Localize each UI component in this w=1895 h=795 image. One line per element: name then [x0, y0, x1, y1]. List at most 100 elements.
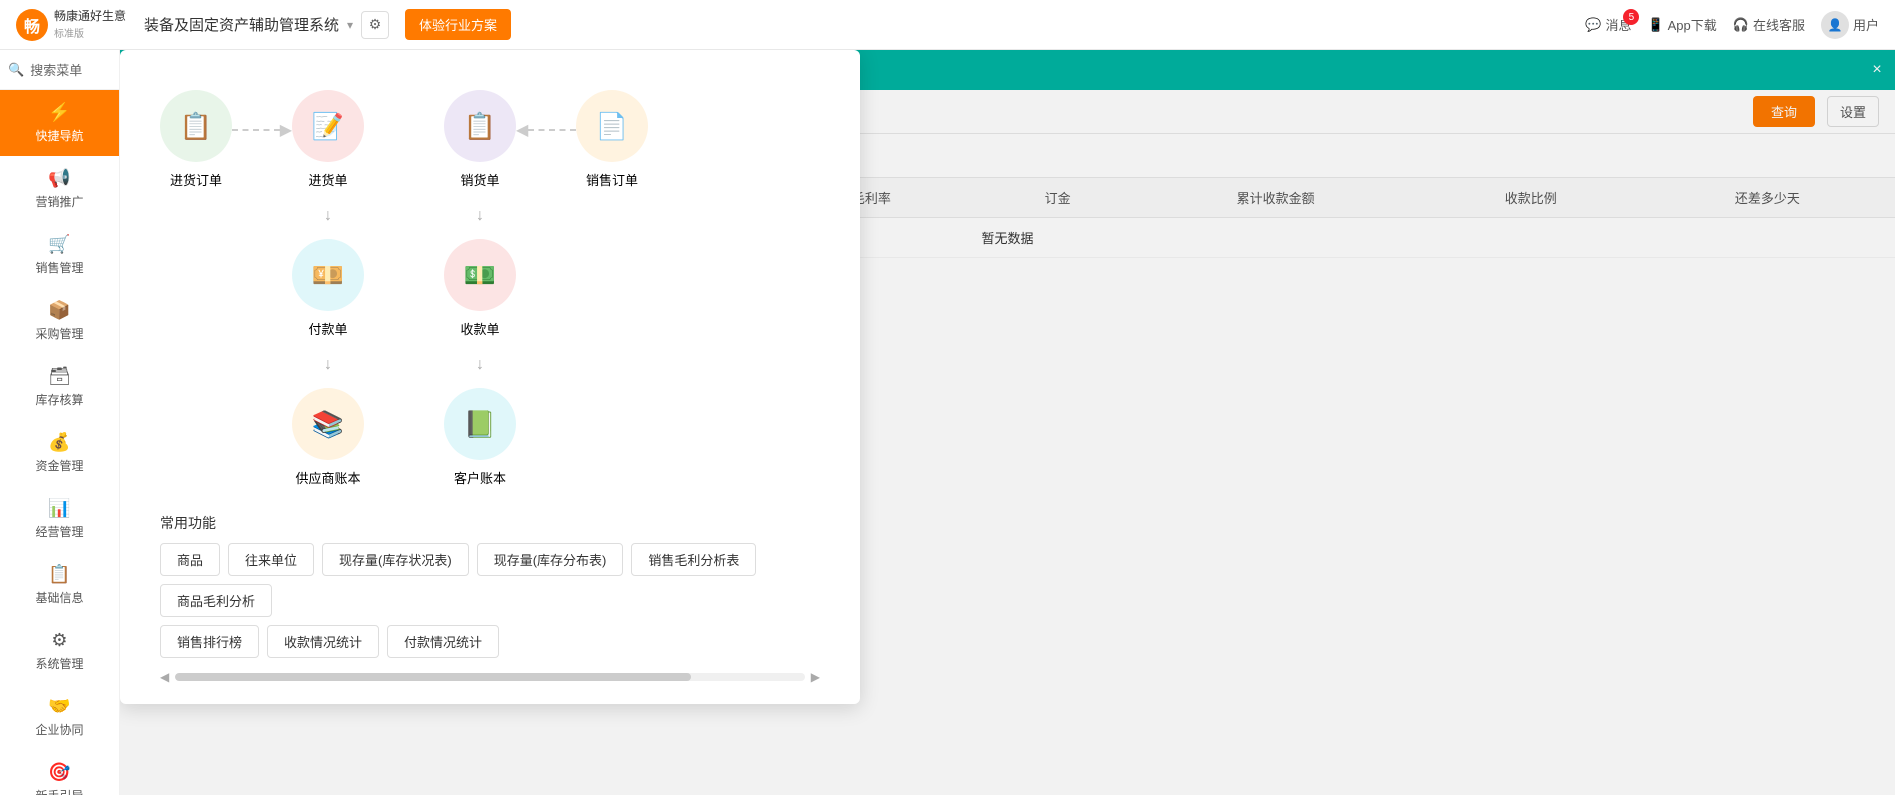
sidebar-item-sales[interactable]: 🛒 销售管理 — [0, 222, 119, 288]
system-icon: ⚙ — [51, 630, 67, 651]
search-menu-label: 搜索菜单 — [30, 60, 82, 79]
flow-label-purchase-bill: 进货单 — [308, 170, 347, 189]
sidebar-item-label: 企业协同 — [35, 721, 83, 738]
headset-icon: 🎧 — [1733, 17, 1749, 33]
flow-label-purchase-order: 进货订单 — [170, 170, 222, 189]
search-menu[interactable]: 🔍 搜索菜单 — [0, 50, 119, 90]
sidebar-item-enterprise[interactable]: 🤝 企业协同 — [0, 684, 119, 750]
logo-sub: 标准版 — [54, 25, 126, 40]
flow-node-supplier-ledger[interactable]: 📚 供应商账本 — [292, 378, 364, 497]
search-icon: 🔍 — [8, 62, 24, 78]
flow-node-purchase-order[interactable]: 📋 进货订单 — [160, 80, 232, 199]
sidebar-item-system[interactable]: ⚙ 系统管理 — [0, 618, 119, 684]
sidebar-item-label: 经营管理 — [35, 523, 83, 540]
sidebar-item-inventory[interactable]: 🗃 库存核算 — [0, 354, 119, 420]
app-download-item[interactable]: 📱 App下载 — [1647, 15, 1716, 34]
common-btn-payment-stats[interactable]: 付款情况统计 — [387, 625, 499, 658]
common-btn-stock-dist[interactable]: 现存量(库存分布表) — [477, 543, 624, 576]
sidebar-item-label: 采购管理 — [35, 325, 83, 342]
sales-icon: 🛒 — [48, 234, 70, 255]
scroll-left-arrow[interactable]: ◀ — [160, 670, 169, 684]
header-right: 💬 消息 5 📱 App下载 🎧 在线客服 👤 用户 — [1585, 11, 1879, 39]
common-btn-product[interactable]: 商品 — [160, 543, 220, 576]
flow-node-sales-order[interactable]: 📄 销售订单 — [576, 80, 648, 199]
flow-node-payment[interactable]: 💴 付款单 — [292, 229, 364, 348]
flow-label-sales-order: 销售订单 — [586, 170, 638, 189]
sidebar-item-operations[interactable]: 📊 经营管理 — [0, 486, 119, 552]
sidebar: 🔍 搜索菜单 ⚡ 快捷导航 📢 营销推广 🛒 销售管理 📦 采购管理 🗃 库存核… — [0, 50, 120, 795]
sidebar-item-label: 新手引导 — [35, 787, 83, 795]
flow-label-sales-bill: 销货单 — [460, 170, 499, 189]
flow-label-supplier-ledger: 供应商账本 — [295, 468, 360, 487]
sidebar-item-basic[interactable]: 📋 基础信息 — [0, 552, 119, 618]
flow-node-receipt[interactable]: 💵 收款单 — [444, 229, 516, 348]
online-service-item[interactable]: 🎧 在线客服 — [1733, 15, 1805, 34]
flow-circle-customer-ledger: 📗 — [444, 388, 516, 460]
flow-circle-payment: 💴 — [292, 239, 364, 311]
message-icon: 💬 — [1585, 17, 1601, 33]
sidebar-item-label: 基础信息 — [35, 589, 83, 606]
common-buttons-row-2: 销售排行榜 收款情况统计 付款情况统计 — [160, 625, 820, 658]
common-btn-sales-rank[interactable]: 销售排行榜 — [160, 625, 259, 658]
finance-icon: 💰 — [48, 432, 70, 453]
flow-node-sales-bill[interactable]: 📋 销货单 — [444, 80, 516, 199]
user-item[interactable]: 👤 用户 — [1821, 11, 1879, 39]
sidebar-item-guide[interactable]: 🎯 新手引导 — [0, 750, 119, 795]
common-btn-receipt-stats[interactable]: 收款情况统计 — [267, 625, 379, 658]
common-btn-product-margin[interactable]: 商品毛利分析 — [160, 584, 272, 617]
sidebar-item-purchase[interactable]: 📦 采购管理 — [0, 288, 119, 354]
logo-icon: 畅 — [16, 9, 48, 41]
flow-circle-sales-bill: 📋 — [444, 90, 516, 162]
system-title-text: 装备及固定资产辅助管理系统 — [144, 14, 339, 35]
sidebar-item-label: 资金管理 — [35, 457, 83, 474]
common-btn-sales-margin[interactable]: 销售毛利分析表 — [631, 543, 756, 576]
gear-button[interactable]: ⚙ — [361, 11, 389, 39]
sidebar-item-quick-nav[interactable]: ⚡ 快捷导航 — [0, 90, 119, 156]
experience-button[interactable]: 体验行业方案 — [405, 9, 511, 40]
popup-scroll-area: ◀ ▶ — [160, 670, 820, 684]
scrollbar-track[interactable] — [175, 673, 805, 681]
flow-circle-sales-order: 📄 — [576, 90, 648, 162]
common-btn-partner[interactable]: 往来单位 — [228, 543, 314, 576]
sidebar-item-label: 快捷导航 — [35, 127, 83, 144]
flow-label-payment: 付款单 — [308, 319, 347, 338]
scroll-right-arrow[interactable]: ▶ — [811, 670, 820, 684]
scrollbar-thumb — [175, 673, 691, 681]
sidebar-item-label: 系统管理 — [35, 655, 83, 672]
flow-circle-purchase-bill: 📝 — [292, 90, 364, 162]
system-title-area: 装备及固定资产辅助管理系统 ▾ ⚙ 体验行业方案 — [136, 9, 1585, 40]
basic-icon: 📋 — [48, 564, 70, 585]
sidebar-item-label: 销售管理 — [35, 259, 83, 276]
sidebar-item-finance[interactable]: 💰 资金管理 — [0, 420, 119, 486]
flow-circle-purchase-order: 📋 — [160, 90, 232, 162]
sidebar-item-marketing[interactable]: 📢 营销推广 — [0, 156, 119, 222]
common-btn-stock-status[interactable]: 现存量(库存状况表) — [322, 543, 469, 576]
inventory-icon: 🗃 — [48, 366, 71, 387]
download-icon: 📱 — [1647, 17, 1663, 33]
flow-popup: 📋 进货订单 ▶ 📝 进货单 — [120, 50, 860, 704]
common-title: 常用功能 — [160, 513, 820, 533]
message-badge: 5 — [1623, 9, 1639, 25]
flow-label-customer-ledger: 客户账本 — [454, 468, 506, 487]
popup-overlay: 📋 进货订单 ▶ 📝 进货单 — [120, 50, 1895, 795]
content-area: 首页 销售订单执行表 × × ❓ 帮助 🖨 按模板打印 ▾ 📤 导出 — [120, 50, 1895, 795]
message-item[interactable]: 💬 消息 5 — [1585, 15, 1631, 34]
chevron-down-icon[interactable]: ▾ — [347, 18, 353, 32]
sidebar-item-label: 库存核算 — [35, 391, 83, 408]
guide-icon: 🎯 — [48, 762, 70, 783]
top-header: 畅 畅康通好生意 标准版 装备及固定资产辅助管理系统 ▾ ⚙ 体验行业方案 💬 … — [0, 0, 1895, 50]
marketing-icon: 📢 — [48, 168, 70, 189]
logo-text: 畅康通好生意 — [54, 9, 126, 25]
enterprise-icon: 🤝 — [48, 696, 70, 717]
logo-area: 畅 畅康通好生意 标准版 — [16, 9, 136, 41]
flow-circle-receipt: 💵 — [444, 239, 516, 311]
avatar: 👤 — [1821, 11, 1849, 39]
purchase-icon: 📦 — [48, 300, 70, 321]
operations-icon: 📊 — [48, 498, 70, 519]
quick-nav-icon: ⚡ — [48, 102, 70, 123]
flow-node-purchase-bill[interactable]: 📝 进货单 — [292, 80, 364, 199]
common-buttons-row-1: 商品 往来单位 现存量(库存状况表) 现存量(库存分布表) 销售毛利分析表 商品… — [160, 543, 820, 617]
common-section: 常用功能 商品 往来单位 现存量(库存状况表) 现存量(库存分布表) 销售毛利分… — [160, 513, 820, 658]
flow-label-receipt: 收款单 — [460, 319, 499, 338]
flow-node-customer-ledger[interactable]: 📗 客户账本 — [444, 378, 516, 497]
